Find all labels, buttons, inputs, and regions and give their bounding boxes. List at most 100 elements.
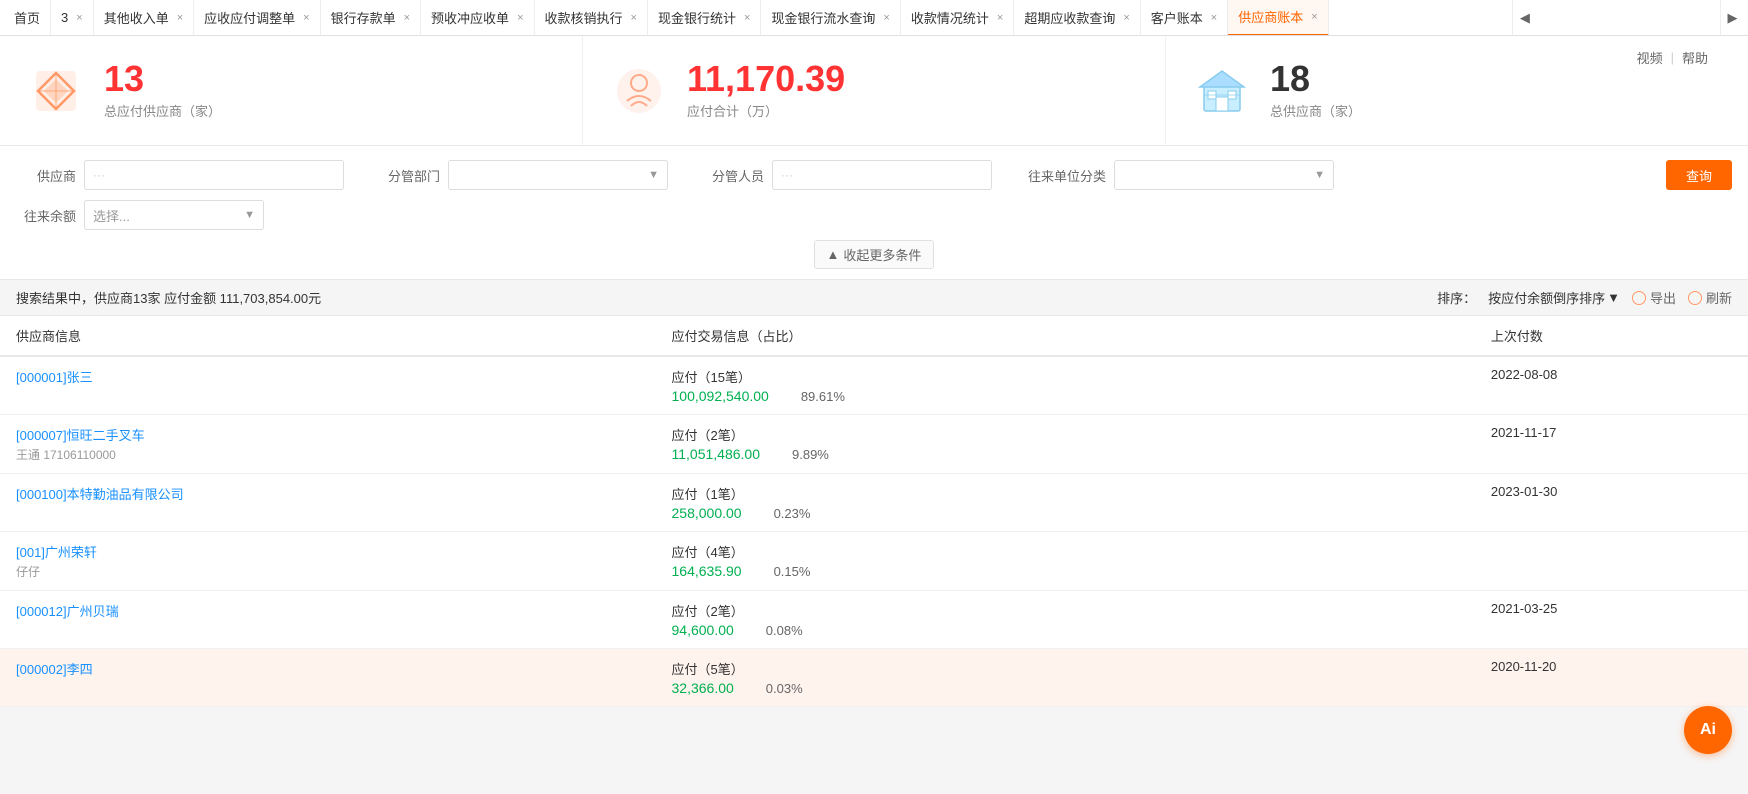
prepay-close[interactable]: × <box>517 12 523 24</box>
overdue-close[interactable]: × <box>1123 12 1129 24</box>
balance-select[interactable]: 选择... ▼ <box>84 200 264 230</box>
cash-bank-stat-label: 现金银行统计 <box>658 8 736 27</box>
sort-select[interactable]: 按应付余额倒序排序 ▼ <box>1488 288 1620 307</box>
nav-tab-prepay[interactable]: 预收冲应收单 × <box>421 0 534 36</box>
payable-amount[interactable]: 11,051,486.00 <box>672 446 761 462</box>
nav-tab-cash-bank-flow[interactable]: 现金银行流水查询 × <box>761 0 900 36</box>
summary-card-total-suppliers: 18 总供应商（家） 视频 | 帮助 <box>1166 36 1748 145</box>
supplier-link[interactable]: [000002]李四 <box>16 662 93 677</box>
supplier-link[interactable]: [000007]恒旺二手叉车 <box>16 428 145 443</box>
ai-button[interactable]: Ai <box>1684 706 1732 754</box>
collection-stat-close[interactable]: × <box>997 12 1003 24</box>
payable-amount[interactable]: 258,000.00 <box>672 505 742 521</box>
table-row: [001]广州荣轩仔仔应付（4笔）164,635.900.15% <box>0 532 1748 591</box>
filter-row-2: 往来余额 选择... ▼ <box>16 200 1732 230</box>
tab-3-close[interactable]: × <box>76 12 82 24</box>
nav-tab-3[interactable]: 3 × <box>51 0 94 36</box>
category-select[interactable]: ▼ <box>1114 160 1334 190</box>
export-button[interactable]: 导出 <box>1632 288 1676 307</box>
supplier-sub-info: 王通 17106110000 <box>16 446 640 463</box>
bank-deposit-close[interactable]: × <box>404 12 410 24</box>
nav-tab-ap-adjust[interactable]: 应收应付调整单 × <box>194 0 320 36</box>
nav-tab-home[interactable]: 首页 <box>4 0 51 36</box>
card3-content: 18 总供应商（家） <box>1270 61 1361 120</box>
supplier-filter-label: 供应商 <box>16 166 76 185</box>
payable-amount[interactable]: 32,366.00 <box>672 680 734 696</box>
export-label: 导出 <box>1650 288 1676 307</box>
table-header: 供应商信息 应付交易信息（占比） 上次付数 <box>0 316 1748 356</box>
last-pay-date-cell: 2021-11-17 <box>1475 415 1748 474</box>
results-summary-text: 搜索结果中，供应商13家 应付金额 111,703,854.00元 <box>16 288 321 307</box>
payable-info-cell: 应付（15笔）100,092,540.0089.61% <box>656 356 1475 415</box>
nav-tab-bank-deposit[interactable]: 银行存款单 × <box>321 0 421 36</box>
ai-button-label: Ai <box>1700 721 1716 739</box>
ap-adjust-close[interactable]: × <box>303 12 309 24</box>
table-row: [000002]李四应付（5笔）32,366.000.03%2020-11-20 <box>0 649 1748 707</box>
dept-filter-label: 分管部门 <box>380 166 440 185</box>
card1-content: 13 总应付供应商（家） <box>104 61 221 120</box>
payable-percent: 0.08% <box>750 623 803 638</box>
payable-amount[interactable]: 164,635.90 <box>672 563 742 579</box>
supplier-link[interactable]: [000100]本特勤油品有限公司 <box>16 487 184 502</box>
supplier-link[interactable]: [001]广州荣轩 <box>16 545 97 560</box>
help-link[interactable]: 帮助 <box>1682 48 1708 67</box>
payable-percent: 89.61% <box>785 389 845 404</box>
collapse-icon: ▲ <box>827 247 840 262</box>
nav-tab-payment-verify[interactable]: 收款核销执行 × <box>535 0 648 36</box>
top-right-links: 视频 | 帮助 <box>1637 48 1724 67</box>
supplier-input[interactable]: ··· <box>84 160 344 190</box>
table-body: [000001]张三应付（15笔）100,092,540.0089.61%202… <box>0 356 1748 707</box>
payment-verify-label: 收款核销执行 <box>545 8 623 27</box>
balance-placeholder: 选择... <box>93 206 130 225</box>
nav-arrow-right[interactable]: ▶ <box>1720 0 1744 36</box>
payable-info-cell: 应付（4笔）164,635.900.15% <box>656 532 1475 591</box>
last-pay-date-cell: 2022-08-08 <box>1475 356 1748 415</box>
sort-label: 排序： <box>1437 288 1476 307</box>
supplier-link[interactable]: [000001]张三 <box>16 370 93 385</box>
data-table-container: 供应商信息 应付交易信息（占比） 上次付数 [000001]张三应付（15笔）1… <box>0 316 1748 707</box>
bank-deposit-label: 银行存款单 <box>331 8 396 27</box>
refresh-button[interactable]: 刷新 <box>1688 288 1732 307</box>
nav-tab-overdue[interactable]: 超期应收款查询 × <box>1014 0 1140 36</box>
card2-content: 11,170.39 应付合计（万） <box>687 61 845 120</box>
grain-icon <box>607 59 671 123</box>
nav-tab-other-income[interactable]: 其他收入单 × <box>94 0 194 36</box>
nav-arrow-left[interactable]: ◀ <box>1512 0 1536 36</box>
sort-option-text: 按应付余额倒序排序 <box>1488 288 1605 307</box>
col-header-lastpay: 上次付数 <box>1475 316 1748 356</box>
payable-percent: 0.15% <box>758 564 811 579</box>
nav-tab-supplier-account[interactable]: 供应商账本 × <box>1228 0 1328 36</box>
overdue-label: 超期应收款查询 <box>1024 8 1115 27</box>
nav-tab-collection-stat[interactable]: 收款情况统计 × <box>901 0 1014 36</box>
supplier-info-cell: [000012]广州贝瑞 <box>0 591 656 649</box>
filter-area: 供应商 ··· 分管部门 ▼ 分管人员 ··· 往来单位分类 ▼ 查询 往来余额… <box>0 146 1748 280</box>
supplier-link[interactable]: [000012]广州贝瑞 <box>16 604 119 619</box>
payable-label: 应付（5笔） <box>672 659 1459 678</box>
other-income-close[interactable]: × <box>177 12 183 24</box>
cash-bank-stat-close[interactable]: × <box>744 12 750 24</box>
payable-percent: 0.03% <box>750 681 803 696</box>
collapse-button[interactable]: ▲ 收起更多条件 <box>814 240 935 269</box>
person-input[interactable]: ··· <box>772 160 992 190</box>
supplier-table: 供应商信息 应付交易信息（占比） 上次付数 [000001]张三应付（15笔）1… <box>0 316 1748 707</box>
query-button[interactable]: 查询 <box>1666 160 1732 190</box>
nav-tab-customer-account[interactable]: 客户账本 × <box>1141 0 1228 36</box>
cash-bank-flow-close[interactable]: × <box>883 12 889 24</box>
video-link[interactable]: 视频 <box>1637 48 1663 67</box>
summary-card-ap-suppliers: 13 总应付供应商（家） <box>0 36 583 145</box>
supplier-account-close[interactable]: × <box>1311 11 1317 23</box>
col-header-payable: 应付交易信息（占比） <box>656 316 1475 356</box>
payable-label: 应付（2笔） <box>672 425 1459 444</box>
diamond-icon <box>24 59 88 123</box>
payable-amount[interactable]: 100,092,540.00 <box>672 388 769 404</box>
customer-account-close[interactable]: × <box>1211 12 1217 24</box>
payable-amount[interactable]: 94,600.00 <box>672 622 734 638</box>
payable-info-cell: 应付（5笔） 32,366.00 0.03% <box>656 649 1475 707</box>
balance-filter-label: 往来余额 <box>16 206 76 225</box>
sort-chevron-icon: ▼ <box>1607 290 1620 305</box>
customer-account-label: 客户账本 <box>1151 8 1203 27</box>
nav-tab-cash-bank-stat[interactable]: 现金银行统计 × <box>648 0 761 36</box>
dept-select[interactable]: ▼ <box>448 160 668 190</box>
table-row: [000100]本特勤油品有限公司应付（1笔）258,000.000.23%20… <box>0 474 1748 532</box>
payment-verify-close[interactable]: × <box>631 12 637 24</box>
